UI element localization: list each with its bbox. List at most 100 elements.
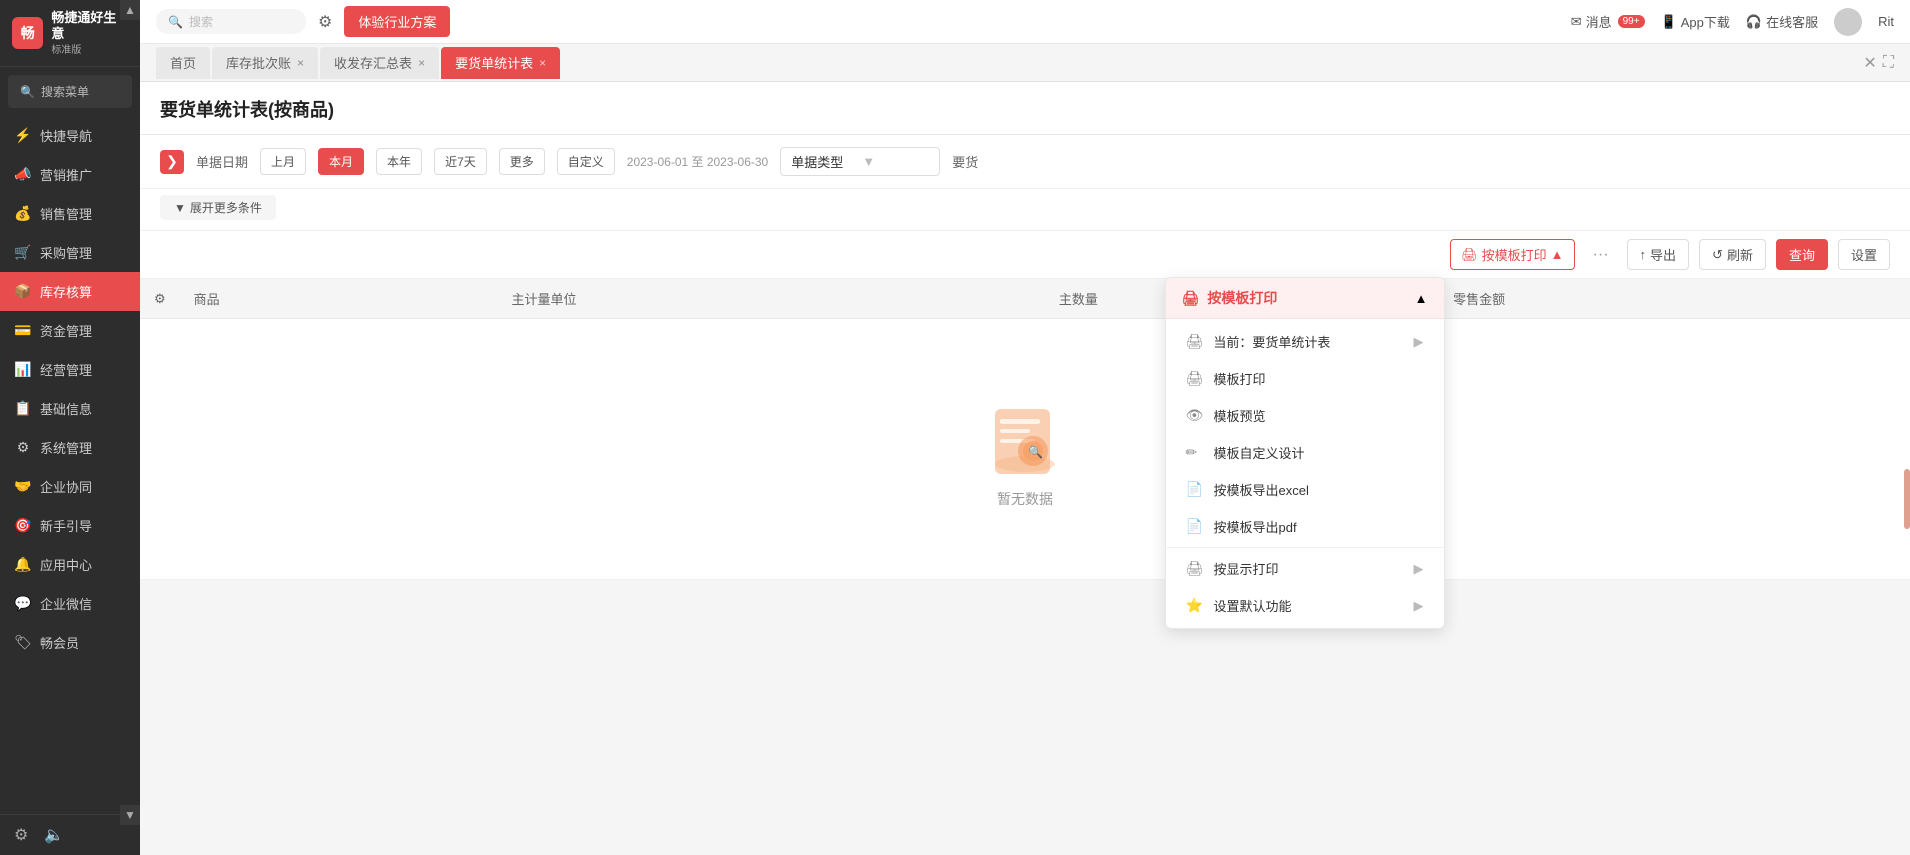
custom-date-btn[interactable]: 自定义 [557,148,615,175]
username[interactable]: Rit [1878,14,1894,29]
settings-label: 设置 [1851,245,1877,264]
dropdown-chevron-up-icon: ▲ [1415,291,1428,306]
order-type-label: 单据类型 [791,152,858,171]
close-window-icon[interactable]: ✕ [1863,53,1876,73]
dropdown-header: 🖨 按模板打印 ▲ [1166,278,1444,319]
export-btn[interactable]: ↑ 导出 [1627,239,1690,270]
scrollbar-thumb[interactable] [1904,469,1910,529]
sidebar-item-finance[interactable]: 💳 资金管理 [0,311,140,350]
app-subtitle: 标准版 [51,41,128,56]
sidebar-item-label: 畅会员 [40,633,79,652]
appstore-icon: 🔔 [14,556,32,573]
filter-toggle-btn[interactable]: ❯ [160,150,184,174]
empty-state: 🔍 暂无数据 [154,329,1896,569]
sales-icon: 💰 [14,205,32,222]
settings-bottom-icon[interactable]: ⚙ [14,825,28,845]
current-year-btn[interactable]: 本年 [376,148,422,175]
query-btn[interactable]: 查询 [1776,239,1828,270]
date-filter-label: 单据日期 [196,152,248,171]
sidebar-item-label: 销售管理 [40,204,92,223]
user-avatar[interactable] [1834,8,1862,36]
more-actions-btn[interactable]: ··· [1585,246,1617,264]
tab-inventory-batch[interactable]: 库存批次账 × [212,47,318,79]
basic-icon: 📋 [14,400,32,417]
enterprise-icon: 🤝 [14,478,32,495]
table-header-settings[interactable]: ⚙ [140,279,180,319]
data-table-wrap: ⚙ 商品 主计量单位 主数量 零售金额 [140,279,1910,580]
tab-demand-stats[interactable]: 要货单统计表 × [441,47,560,79]
sidebar-item-sales[interactable]: 💰 销售管理 [0,194,140,233]
sidebar-item-guide[interactable]: 🎯 新手引导 [0,506,140,545]
sidebar-item-wechat[interactable]: 💬 企业微信 [0,584,140,623]
settings-btn[interactable]: 设置 [1838,239,1890,270]
dropdown-set-default[interactable]: ⭐ 设置默认功能 ▶ [1166,587,1444,624]
page-title: 要货单统计表(按商品) [160,96,1890,122]
dropdown-template-custom[interactable]: ✏ 模板自定义设计 [1166,434,1444,471]
tab-close-icon[interactable]: × [297,56,304,70]
sidebar-item-label: 系统管理 [40,438,92,457]
sidebar-item-enterprise[interactable]: 🤝 企业协同 [0,467,140,506]
tabbar: 首页 库存批次账 × 收发存汇总表 × 要货单统计表 × ✕ ⛶ [140,44,1910,82]
app-title: 畅捷通好生意 [51,10,128,41]
order-type-select[interactable]: 单据类型 ▼ [780,147,940,176]
expand-icon: ▼ [174,201,186,215]
online-support-btn[interactable]: 🎧 在线客服 [1746,12,1818,31]
maximize-icon[interactable]: ⛶ [1883,54,1894,72]
experience-btn[interactable]: 体验行业方案 [344,6,450,37]
dropdown-template-print[interactable]: 🖨 模板打印 [1166,360,1444,397]
tab-close-icon[interactable]: × [418,56,425,70]
dropdown-section: 🖨 当前：要货单统计表 ▶ 🖨 模板打印 👁 模板预览 [1166,319,1444,628]
table-empty-row: 🔍 暂无数据 [140,319,1910,580]
tab-home[interactable]: 首页 [156,47,210,79]
app-logo: 畅 畅捷通好生意 标准版 [0,0,140,67]
refresh-btn[interactable]: ↺ 刷新 [1699,239,1766,270]
dropdown-template-excel[interactable]: 📄 按模板导出excel [1166,471,1444,508]
sidebar-item-system[interactable]: ⚙ 系统管理 [0,428,140,467]
empty-text: 暂无数据 [997,489,1053,509]
sound-icon[interactable]: 🔈 [44,825,64,845]
sidebar-item-basic[interactable]: 📋 基础信息 [0,389,140,428]
sidebar-item-member[interactable]: 🏷 畅会员 [0,623,140,662]
print-template-btn[interactable]: 🖨 按模板打印 ▲ [1450,239,1574,270]
template-preview-label: 模板预览 [1214,406,1266,425]
current-month-btn[interactable]: 本月 [318,148,364,175]
last7days-btn[interactable]: 近7天 [434,148,487,175]
sidebar-search[interactable]: 🔍 搜索菜单 [8,75,132,108]
filter-bar: ❯ 单据日期 上月 本月 本年 近7天 更多 自定义 2023-06-01 至 … [140,135,1910,189]
dropdown-template-pdf[interactable]: 📄 按模板导出pdf [1166,508,1444,545]
sidebar-scroll-up[interactable]: ▲ [120,0,140,20]
more-date-btn[interactable]: 更多 [499,148,545,175]
template-excel-icon: 📄 [1186,481,1204,498]
dropdown-print-icon: 🖨 [1182,290,1200,307]
sidebar-scroll-down[interactable]: ▼ [120,805,140,825]
sidebar-item-operation[interactable]: 📊 经营管理 [0,350,140,389]
sidebar-item-appstore[interactable]: 🔔 应用中心 [0,545,140,584]
sidebar-bottom: ⚙ 🔈 [0,814,140,855]
template-pdf-label: 按模板导出pdf [1214,517,1297,536]
print-chevron-up-icon: ▲ [1551,247,1564,262]
app-download-btn[interactable]: 📱 App下载 [1661,12,1730,31]
prev-month-btn[interactable]: 上月 [260,148,306,175]
sidebar: 畅 畅捷通好生意 标准版 🔍 搜索菜单 ⚡ 快捷导航 📣 营销推广 💰 销售管理… [0,0,140,855]
sidebar-item-marketing[interactable]: 📣 营销推广 [0,155,140,194]
dropdown-title-area: 🖨 按模板打印 [1182,288,1278,308]
table-header-unit: 主计量单位 [497,279,1044,319]
current-template-icon: 🖨 [1186,333,1204,350]
dropdown-current-template[interactable]: 🖨 当前：要货单统计表 ▶ [1166,323,1444,360]
app-download-label: App下载 [1681,12,1730,31]
sidebar-item-purchase[interactable]: 🛒 采购管理 [0,233,140,272]
topbar-gear-icon[interactable]: ⚙ [318,12,332,32]
page-content: 要货单统计表(按商品) ❯ 单据日期 上月 本月 本年 近7天 更多 自定义 2… [140,82,1910,855]
tab-collection-summary[interactable]: 收发存汇总表 × [320,47,439,79]
tab-close-icon[interactable]: × [539,56,546,70]
dropdown-display-print[interactable]: 🖨 按显示打印 ▶ [1166,550,1444,587]
app-download-icon: 📱 [1661,14,1677,30]
topbar-search[interactable]: 🔍 搜索 [156,9,306,34]
set-default-icon: ⭐ [1186,597,1204,614]
message-icon: ✉ [1571,14,1582,30]
expand-more-btn[interactable]: ▼ 展开更多条件 [160,195,276,220]
dropdown-template-preview[interactable]: 👁 模板预览 [1166,397,1444,434]
sidebar-item-inventory[interactable]: 📦 库存核算 [0,272,140,311]
message-btn[interactable]: ✉ 消息 99+ [1571,12,1645,31]
sidebar-item-quick-nav[interactable]: ⚡ 快捷导航 [0,116,140,155]
